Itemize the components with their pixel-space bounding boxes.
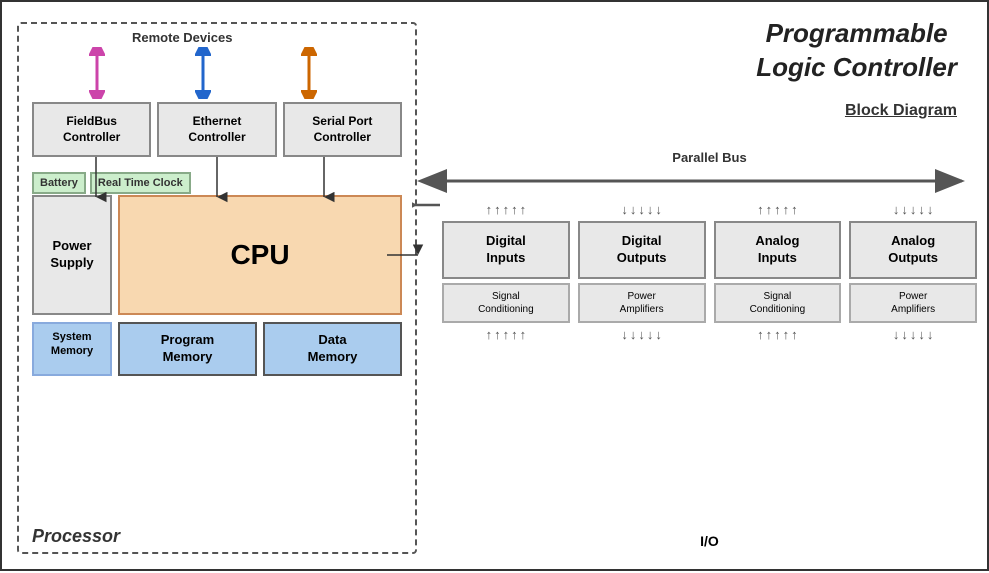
ao-down-arrow-3: ↓ (910, 202, 917, 217)
do-down-arrow-5: ↓ (655, 202, 662, 217)
analog-outputs-sub: PowerAmplifiers (849, 283, 977, 323)
ao-out-arrow-3: ↓ (910, 327, 917, 342)
fieldbus-controller: FieldBusController (32, 102, 151, 157)
parallel-bus-arrow (414, 167, 972, 200)
io-label: I/O (432, 533, 987, 549)
battery-rtc-row: Battery Real Time Clock (32, 172, 191, 194)
di-in-arrow-2: ↑ (494, 327, 501, 342)
io-columns: ↑ ↑ ↑ ↑ ↑ DigitalInputs SignalConditioni… (442, 202, 977, 342)
ao-out-arrow-2: ↓ (901, 327, 908, 342)
analog-inputs-column: ↑ ↑ ↑ ↑ ↑ AnalogInputs SignalConditionin… (714, 202, 842, 342)
digital-inputs-column: ↑ ↑ ↑ ↑ ↑ DigitalInputs SignalConditioni… (442, 202, 570, 342)
digital-outputs-box: DigitalOutputs (578, 221, 706, 279)
di-up-arrow-2: ↑ (494, 202, 501, 217)
ao-down-arrow-5: ↓ (927, 202, 934, 217)
block-diagram-label: Block Diagram (845, 102, 957, 120)
ai-up-arrow-5: ↑ (791, 202, 798, 217)
do-out-arrow-4: ↓ (647, 327, 654, 342)
do-out-arrow-5: ↓ (655, 327, 662, 342)
cpu-bus-arrow (412, 192, 442, 222)
memory-row: SystemMemory ProgramMemory DataMemory (32, 322, 402, 376)
controller-row: FieldBusController EthernetController Se… (32, 102, 402, 157)
ai-in-arrow-5: ↑ (791, 327, 798, 342)
di-up-arrow-4: ↑ (511, 202, 518, 217)
remote-devices-label: Remote Devices (132, 30, 232, 45)
serial-port-controller: Serial PortController (283, 102, 402, 157)
analog-outputs-box: AnalogOutputs (849, 221, 977, 279)
rtc-box: Real Time Clock (90, 172, 191, 194)
processor-label: Processor (32, 526, 120, 547)
di-in-arrow-4: ↑ (511, 327, 518, 342)
system-memory-box: SystemMemory (32, 322, 112, 376)
battery-box: Battery (32, 172, 86, 194)
main-row: PowerSupply CPU (32, 195, 402, 315)
serial-arrow (301, 47, 317, 99)
do-out-arrow-1: ↓ (621, 327, 628, 342)
do-down-arrow-1: ↓ (621, 202, 628, 217)
ai-in-arrow-3: ↑ (774, 327, 781, 342)
plc-title: ProgrammableLogic Controller (756, 17, 957, 85)
digital-inputs-box: DigitalInputs (442, 221, 570, 279)
di-in-arrow-1: ↑ (486, 327, 493, 342)
ai-up-arrow-2: ↑ (766, 202, 773, 217)
cpu-box: CPU (118, 195, 402, 315)
main-container: Processor Remote Devices (0, 0, 989, 571)
do-out-arrow-2: ↓ (630, 327, 637, 342)
plc-title-text: ProgrammableLogic Controller (756, 18, 957, 82)
ao-down-arrow-2: ↓ (901, 202, 908, 217)
digital-outputs-column: ↓ ↓ ↓ ↓ ↓ DigitalOutputs PowerAmplifiers… (578, 202, 706, 342)
ethernet-arrow (195, 47, 211, 99)
power-supply-box: PowerSupply (32, 195, 112, 315)
program-memory-box: ProgramMemory (118, 322, 257, 376)
fieldbus-arrow (89, 47, 105, 99)
di-in-arrow-3: ↑ (503, 327, 510, 342)
parallel-bus-label: Parallel Bus (442, 150, 977, 165)
di-up-arrow-1: ↑ (486, 202, 493, 217)
ao-out-arrow-5: ↓ (927, 327, 934, 342)
ao-out-arrow-1: ↓ (893, 327, 900, 342)
ao-out-arrow-4: ↓ (918, 327, 925, 342)
di-up-arrow-5: ↑ (520, 202, 527, 217)
ai-up-arrow-1: ↑ (757, 202, 764, 217)
left-side: Processor Remote Devices (2, 2, 432, 569)
ai-in-arrow-2: ↑ (766, 327, 773, 342)
ethernet-controller: EthernetController (157, 102, 276, 157)
ao-down-arrow-1: ↓ (893, 202, 900, 217)
do-down-arrow-4: ↓ (647, 202, 654, 217)
do-out-arrow-3: ↓ (638, 327, 645, 342)
analog-outputs-column: ↓ ↓ ↓ ↓ ↓ AnalogOutputs PowerAmplifiers … (849, 202, 977, 342)
analog-inputs-sub: SignalConditioning (714, 283, 842, 323)
digital-inputs-sub: SignalConditioning (442, 283, 570, 323)
ao-down-arrow-4: ↓ (918, 202, 925, 217)
analog-inputs-box: AnalogInputs (714, 221, 842, 279)
do-down-arrow-2: ↓ (630, 202, 637, 217)
data-memory-box: DataMemory (263, 322, 402, 376)
di-up-arrow-3: ↑ (503, 202, 510, 217)
ai-in-arrow-4: ↑ (783, 327, 790, 342)
ai-in-arrow-1: ↑ (757, 327, 764, 342)
digital-outputs-sub: PowerAmplifiers (578, 283, 706, 323)
do-down-arrow-3: ↓ (638, 202, 645, 217)
di-in-arrow-5: ↑ (520, 327, 527, 342)
ai-up-arrow-3: ↑ (774, 202, 781, 217)
ai-up-arrow-4: ↑ (783, 202, 790, 217)
right-side: ProgrammableLogic Controller Block Diagr… (432, 2, 987, 569)
